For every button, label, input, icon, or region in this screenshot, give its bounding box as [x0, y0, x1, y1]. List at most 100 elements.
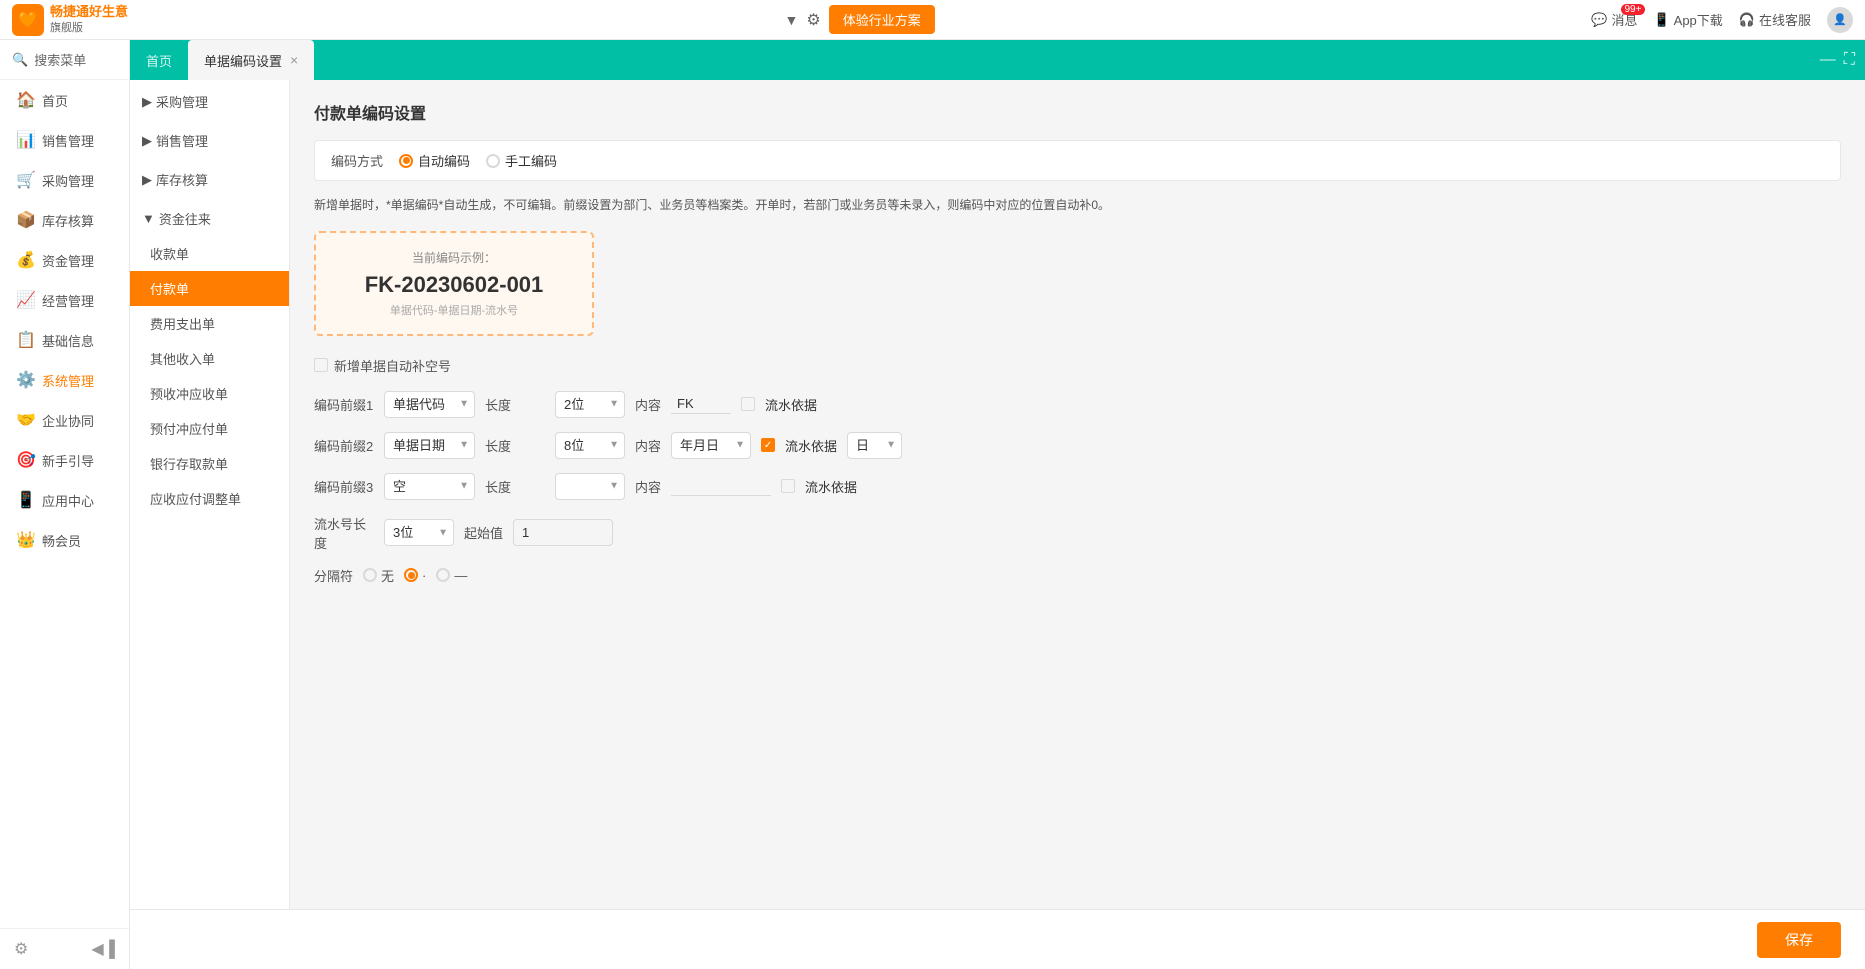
length2-select[interactable]: 8位6位4位 — [555, 432, 625, 459]
prefix1-label: 编码前缀1 — [314, 395, 374, 414]
message-btn[interactable]: 💬 消息 99+ — [1591, 10, 1637, 29]
sep-none-circle — [363, 568, 377, 582]
content1-input[interactable] — [671, 394, 731, 414]
operation-icon: 📈 — [16, 290, 34, 310]
sep-label: 分隔符 — [314, 566, 353, 585]
collapse-icon[interactable]: ◀▐ — [91, 939, 115, 959]
content2-select[interactable]: 年月日年月年 — [671, 432, 751, 459]
tab-serial-settings[interactable]: 单据编码设置 × — [188, 40, 314, 80]
inventory-icon: 📦 — [16, 210, 34, 230]
gear-small-icon[interactable]: ⚙ — [14, 939, 28, 959]
sub-leaf-receipt[interactable]: 收款单 — [130, 236, 289, 271]
brand: 🧡 畅捷通好生意 旗舰版 — [12, 4, 128, 36]
sep-dash-radio[interactable]: — — [436, 568, 467, 583]
sidebar-item-operation[interactable]: 📈 经营管理 — [0, 280, 129, 320]
sep-none-radio[interactable]: 无 — [363, 566, 394, 585]
sub-leaf-recv-adjust[interactable]: 应收应付调整单 — [130, 481, 289, 516]
expand-arrow-fund-icon: ▼ — [142, 211, 155, 226]
tab-maximize-btn[interactable]: ⛶ — [1844, 51, 1855, 69]
sidebar-item-sales[interactable]: 📊 销售管理 — [0, 120, 129, 160]
prefix3-select[interactable]: 空单据代码部门 — [384, 473, 475, 500]
radio-auto-checked — [399, 154, 413, 168]
sidebar-item-app[interactable]: 📱 应用中心 — [0, 480, 129, 520]
sidebar-item-finance[interactable]: 💰 资金管理 — [0, 240, 129, 280]
sep-dash-circle — [436, 568, 450, 582]
length3-select[interactable]: 2位3位 — [555, 473, 625, 500]
basic-icon: 📋 — [16, 330, 34, 350]
prefix2-label: 编码前缀2 — [314, 436, 374, 455]
stream3-checkbox[interactable] — [781, 479, 795, 493]
tab-minimize-btn[interactable]: — — [1820, 51, 1836, 69]
sidebar-item-system[interactable]: ⚙️ 系统管理 — [0, 360, 129, 400]
prefix1-row: 编码前缀1 单据代码 空 部门 业务员 ▼ 长度 2位3位4位 — [314, 391, 1841, 418]
start-val-input[interactable] — [513, 519, 613, 546]
code-preview-label: 当前编码示例： — [340, 249, 568, 266]
top-bar: 🧡 畅捷通好生意 旗舰版 ▼ ⚙ 体验行业方案 💬 消息 99+ 📱 App下载… — [0, 0, 1865, 40]
sub-leaf-prepay-recv[interactable]: 预收冲应收单 — [130, 376, 289, 411]
stream2-checkbox[interactable]: ✓ — [761, 438, 775, 452]
system-icon: ⚙️ — [16, 370, 34, 390]
app-download-btn[interactable]: 📱 App下载 — [1653, 10, 1722, 29]
sub-group-fund-title[interactable]: ▼ 资金往来 — [130, 201, 289, 236]
serial-len-label: 流水号长度 — [314, 514, 374, 552]
length1-select[interactable]: 2位3位4位 — [555, 391, 625, 418]
home-icon: 🏠 — [16, 90, 34, 110]
sidebar-item-guide[interactable]: 🎯 新手引导 — [0, 440, 129, 480]
radio-manual-encode[interactable]: 手工编码 — [486, 151, 557, 170]
encode-method-bar: 编码方式 自动编码 手工编码 — [314, 140, 1841, 181]
stream1-checkbox[interactable] — [741, 397, 755, 411]
sub-leaf-payment[interactable]: 付款单 — [130, 271, 289, 306]
sub-group-inventory-title[interactable]: ▶ 库存核算 — [130, 162, 289, 197]
stream2-unit-select[interactable]: 日月年 — [847, 432, 902, 459]
serial-len-select-wrapper: 3位4位5位 ▼ — [384, 519, 454, 546]
radio-auto-encode[interactable]: 自动编码 — [399, 151, 470, 170]
sidebar-item-collab[interactable]: 🤝 企业协同 — [0, 400, 129, 440]
sub-group-purchase-title[interactable]: ▶ 采购管理 — [130, 84, 289, 119]
sub-leaf-prepay-pay[interactable]: 预付冲应付单 — [130, 411, 289, 446]
auto-fill-checkbox[interactable] — [314, 358, 328, 372]
prefix3-row: 编码前缀3 空单据代码部门 ▼ 长度 2位3位 ▼ 内容 — [314, 473, 1841, 500]
sub-sidebar: ▶ 采购管理 ▶ 销售管理 ▶ 库存核算 — [130, 80, 290, 909]
sub-group-sales-title[interactable]: ▶ 销售管理 — [130, 123, 289, 158]
save-button[interactable]: 保存 — [1757, 922, 1841, 958]
serial-len-select[interactable]: 3位4位5位 — [384, 519, 454, 546]
collapse-arrow-icon: ▶ — [142, 94, 152, 110]
sidebar-item-purchase[interactable]: 🛒 采购管理 — [0, 160, 129, 200]
sidebar-item-basic[interactable]: 📋 基础信息 — [0, 320, 129, 360]
prefix2-select[interactable]: 单据日期单据代码空 — [384, 432, 475, 459]
collapse-arrow-inv-icon: ▶ — [142, 172, 152, 188]
sub-layout: ▶ 采购管理 ▶ 销售管理 ▶ 库存核算 — [130, 80, 1865, 909]
search-menu[interactable]: 🔍 搜索菜单 — [0, 40, 129, 80]
trial-btn[interactable]: 体验行业方案 — [829, 5, 935, 34]
sidebar-item-member[interactable]: 👑 畅会员 — [0, 520, 129, 560]
online-service-btn[interactable]: 🎧 在线客服 — [1739, 10, 1811, 29]
brand-text: 畅捷通好生意 旗舰版 — [50, 4, 128, 35]
length2-select-wrapper: 8位6位4位 ▼ — [555, 432, 625, 459]
top-bar-left: 🧡 畅捷通好生意 旗舰版 — [12, 4, 128, 36]
top-bar-right: 💬 消息 99+ 📱 App下载 🎧 在线客服 👤 — [1591, 7, 1853, 33]
sidebar-item-home[interactable]: 🏠 首页 — [0, 80, 129, 120]
code-preview-box: 当前编码示例： FK-20230602-001 单据代码-单据日期-流水号 — [314, 231, 594, 336]
chat-icon: 💬 — [1591, 12, 1607, 28]
headset-icon: 🎧 — [1739, 12, 1755, 28]
serial-row: 流水号长度 3位4位5位 ▼ 起始值 — [314, 514, 1841, 552]
sub-leaf-other-income[interactable]: 其他收入单 — [130, 341, 289, 376]
tab-close-btn[interactable]: × — [290, 52, 298, 68]
tab-home[interactable]: 首页 — [130, 40, 188, 80]
length3-select-wrapper: 2位3位 ▼ — [555, 473, 625, 500]
sidebar-item-inventory[interactable]: 📦 库存核算 — [0, 200, 129, 240]
settings-btn[interactable]: ⚙ — [806, 10, 820, 30]
expand-btn[interactable]: ▼ — [785, 12, 799, 28]
sub-group-fund: ▼ 资金往来 收款单 付款单 费用支出单 其他收入单 — [130, 201, 289, 516]
prefix1-select[interactable]: 单据代码 空 部门 业务员 — [384, 391, 475, 418]
sub-leaf-bank-deposit[interactable]: 银行存取款单 — [130, 446, 289, 481]
tab-bar-actions: — ⛶ — [1820, 51, 1865, 69]
main-content: 付款单编码设置 编码方式 自动编码 手工编码 — [290, 80, 1865, 909]
content2-select-wrapper: 年月日年月年 ▼ — [671, 432, 751, 459]
sub-leaf-expense[interactable]: 费用支出单 — [130, 306, 289, 341]
user-avatar[interactable]: 👤 — [1827, 7, 1853, 33]
sep-dot-radio[interactable]: · — [404, 568, 426, 583]
length2-label: 长度 — [485, 436, 545, 455]
sidebar: 🔍 搜索菜单 🏠 首页 📊 销售管理 🛒 采购管理 📦 库存核算 💰 资金管理 … — [0, 40, 130, 969]
content3-input[interactable] — [671, 476, 771, 496]
